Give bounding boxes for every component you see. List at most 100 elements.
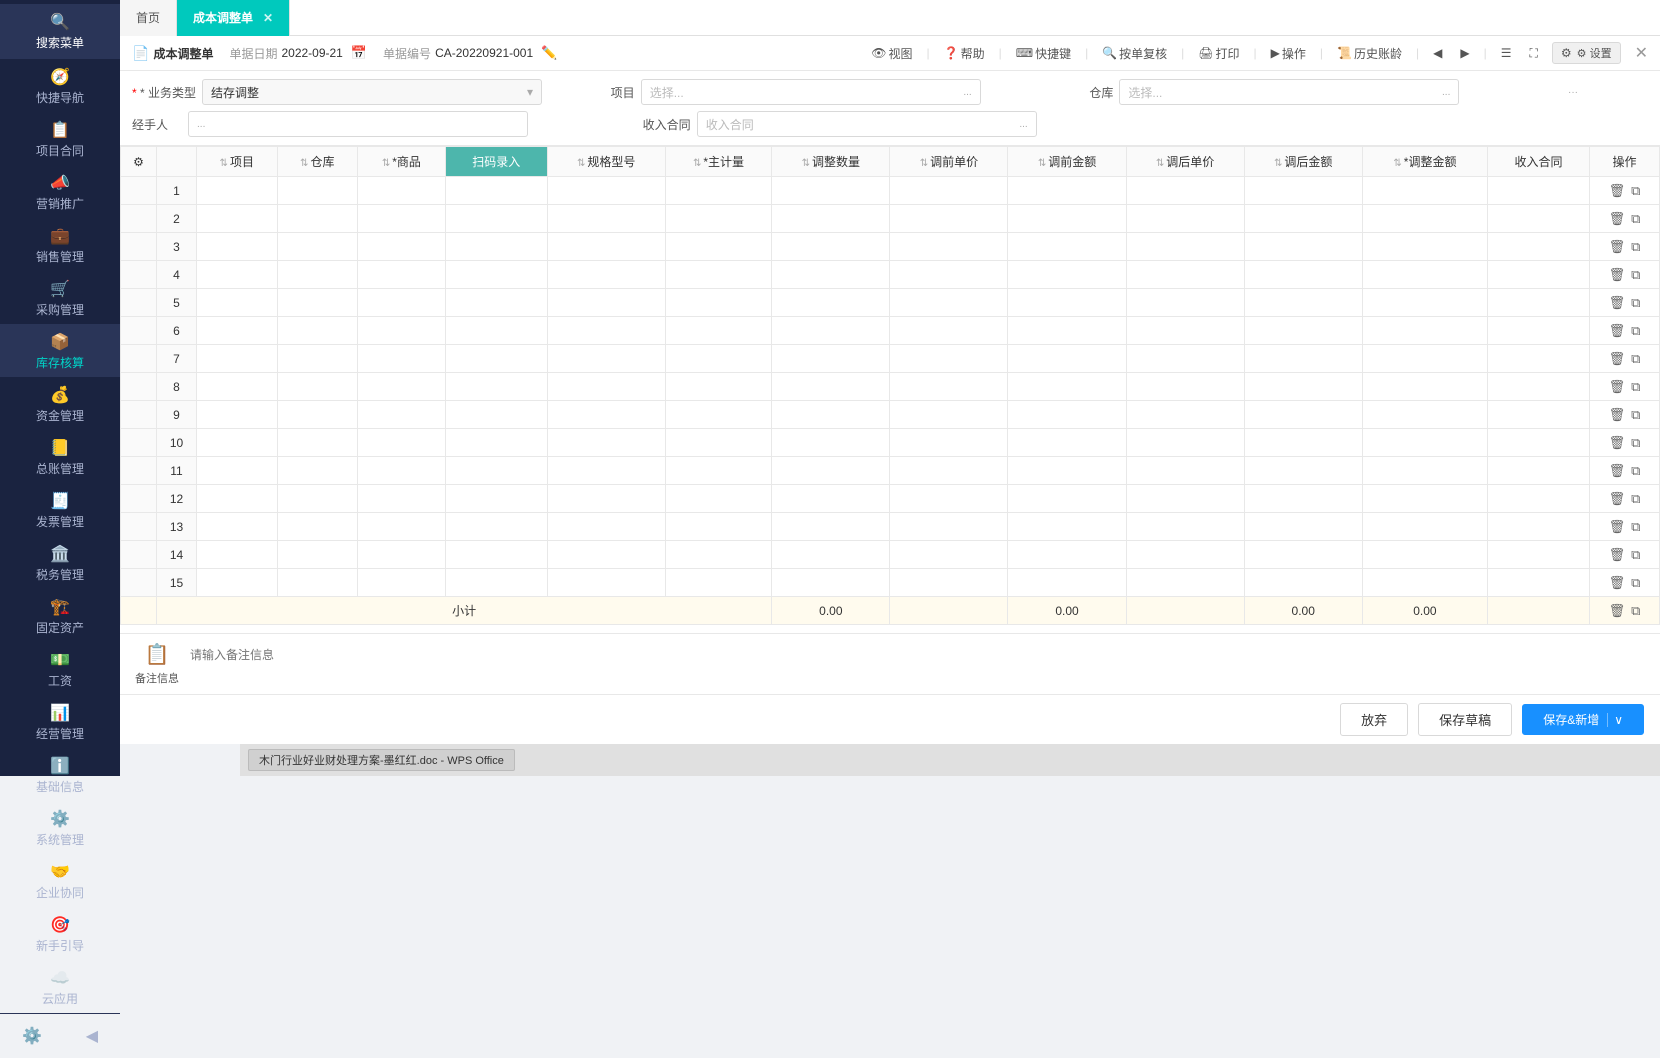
row-scan-12[interactable]	[445, 485, 547, 513]
row-income-contract-12[interactable]	[1488, 485, 1590, 513]
project-input[interactable]: 选择... ...	[641, 79, 981, 105]
row-after-amount-14[interactable]	[1244, 541, 1362, 569]
row-adjust-amount-11[interactable]	[1362, 457, 1487, 485]
row-warehouse-4[interactable]	[277, 261, 358, 289]
row-income-contract-10[interactable]	[1488, 429, 1590, 457]
row-adjust-qty-9[interactable]	[772, 401, 890, 429]
collapse-btn[interactable]: ◀	[82, 1022, 102, 1050]
row-settings-2[interactable]	[121, 205, 157, 233]
row-income-contract-6[interactable]	[1488, 317, 1590, 345]
row-adjust-amount-5[interactable]	[1362, 289, 1487, 317]
row-goods-10[interactable]	[358, 429, 446, 457]
row-copy-icon-10[interactable]: ⧉	[1631, 435, 1640, 451]
row-delete-icon-5[interactable]: 🗑	[1609, 295, 1626, 311]
th-unit[interactable]: ⇅*主计量	[665, 147, 772, 177]
row-unit-15[interactable]	[665, 569, 772, 597]
row-before-price-15[interactable]	[890, 569, 1008, 597]
prev-btn[interactable]: ◀	[1429, 44, 1446, 62]
row-warehouse-5[interactable]	[277, 289, 358, 317]
row-spec-14[interactable]	[547, 541, 665, 569]
row-adjust-amount-9[interactable]	[1362, 401, 1487, 429]
row-before-amount-7[interactable]	[1008, 345, 1126, 373]
row-settings-3[interactable]	[121, 233, 157, 261]
row-warehouse-2[interactable]	[277, 205, 358, 233]
row-goods-2[interactable]	[358, 205, 446, 233]
row-after-amount-3[interactable]	[1244, 233, 1362, 261]
row-after-price-13[interactable]	[1126, 513, 1244, 541]
row-after-price-1[interactable]	[1126, 177, 1244, 205]
row-before-price-10[interactable]	[890, 429, 1008, 457]
row-after-amount-7[interactable]	[1244, 345, 1362, 373]
row-after-amount-9[interactable]	[1244, 401, 1362, 429]
row-spec-1[interactable]	[547, 177, 665, 205]
sidebar-item-salary[interactable]: 💵 工资	[0, 642, 120, 695]
row-delete-icon-8[interactable]: 🗑	[1609, 379, 1626, 395]
row-delete-icon-9[interactable]: 🗑	[1609, 407, 1626, 423]
th-warehouse[interactable]: ⇅仓库	[277, 147, 358, 177]
row-adjust-amount-4[interactable]	[1362, 261, 1487, 289]
row-scan-5[interactable]	[445, 289, 547, 317]
row-goods-3[interactable]	[358, 233, 446, 261]
row-income-contract-4[interactable]	[1488, 261, 1590, 289]
row-unit-7[interactable]	[665, 345, 772, 373]
row-scan-8[interactable]	[445, 373, 547, 401]
row-delete-icon-2[interactable]: 🗑	[1609, 211, 1626, 227]
row-after-price-11[interactable]	[1126, 457, 1244, 485]
row-before-amount-3[interactable]	[1008, 233, 1126, 261]
row-income-contract-3[interactable]	[1488, 233, 1590, 261]
row-before-price-4[interactable]	[890, 261, 1008, 289]
row-project-13[interactable]	[197, 513, 278, 541]
row-scan-1[interactable]	[445, 177, 547, 205]
row-income-contract-5[interactable]	[1488, 289, 1590, 317]
save-new-button[interactable]: 保存&新增 ∨	[1522, 704, 1644, 735]
th-income-contract[interactable]: 收入合同	[1488, 147, 1590, 177]
row-project-11[interactable]	[197, 457, 278, 485]
row-before-price-1[interactable]	[890, 177, 1008, 205]
taskbar-item-0[interactable]: 木门行业好业财处理方案-墨红红.doc - WPS Office	[248, 749, 515, 771]
row-after-amount-4[interactable]	[1244, 261, 1362, 289]
row-spec-10[interactable]	[547, 429, 665, 457]
row-unit-9[interactable]	[665, 401, 772, 429]
settings-btn[interactable]: ⚙️	[18, 1022, 46, 1050]
row-unit-6[interactable]	[665, 317, 772, 345]
row-adjust-amount-8[interactable]	[1362, 373, 1487, 401]
row-project-8[interactable]	[197, 373, 278, 401]
row-goods-11[interactable]	[358, 457, 446, 485]
row-income-contract-7[interactable]	[1488, 345, 1590, 373]
row-scan-7[interactable]	[445, 345, 547, 373]
row-adjust-qty-11[interactable]	[772, 457, 890, 485]
row-warehouse-1[interactable]	[277, 177, 358, 205]
row-adjust-amount-12[interactable]	[1362, 485, 1487, 513]
row-before-price-3[interactable]	[890, 233, 1008, 261]
row-delete-icon-12[interactable]: 🗑	[1609, 491, 1626, 507]
row-delete-icon-10[interactable]: 🗑	[1609, 435, 1626, 451]
th-adjust-amount[interactable]: ⇅*调整金额	[1362, 147, 1487, 177]
review-btn[interactable]: 🔍 按单复核	[1098, 43, 1171, 64]
row-scan-2[interactable]	[445, 205, 547, 233]
row-scan-13[interactable]	[445, 513, 547, 541]
th-adjust-qty[interactable]: ⇅调整数量	[772, 147, 890, 177]
row-before-price-6[interactable]	[890, 317, 1008, 345]
row-before-price-13[interactable]	[890, 513, 1008, 541]
row-settings-6[interactable]	[121, 317, 157, 345]
row-before-price-14[interactable]	[890, 541, 1008, 569]
row-goods-6[interactable]	[358, 317, 446, 345]
row-spec-9[interactable]	[547, 401, 665, 429]
row-goods-9[interactable]	[358, 401, 446, 429]
row-before-amount-11[interactable]	[1008, 457, 1126, 485]
tab-close-icon[interactable]: ✕	[263, 11, 273, 25]
row-copy-icon-12[interactable]: ⧉	[1631, 491, 1640, 507]
th-before-amount[interactable]: ⇅调前金额	[1008, 147, 1126, 177]
row-adjust-qty-8[interactable]	[772, 373, 890, 401]
row-project-14[interactable]	[197, 541, 278, 569]
row-copy-icon-14[interactable]: ⧉	[1631, 547, 1640, 563]
row-copy-icon-3[interactable]: ⧉	[1631, 239, 1640, 255]
row-settings-5[interactable]	[121, 289, 157, 317]
sidebar-item-tax-mgmt[interactable]: 🏛️ 税务管理	[0, 536, 120, 589]
row-spec-15[interactable]	[547, 569, 665, 597]
th-scan[interactable]: 扫码录入	[445, 147, 547, 177]
row-copy-icon-4[interactable]: ⧉	[1631, 267, 1640, 283]
row-adjust-amount-3[interactable]	[1362, 233, 1487, 261]
row-copy-icon-6[interactable]: ⧉	[1631, 323, 1640, 339]
row-after-amount-6[interactable]	[1244, 317, 1362, 345]
